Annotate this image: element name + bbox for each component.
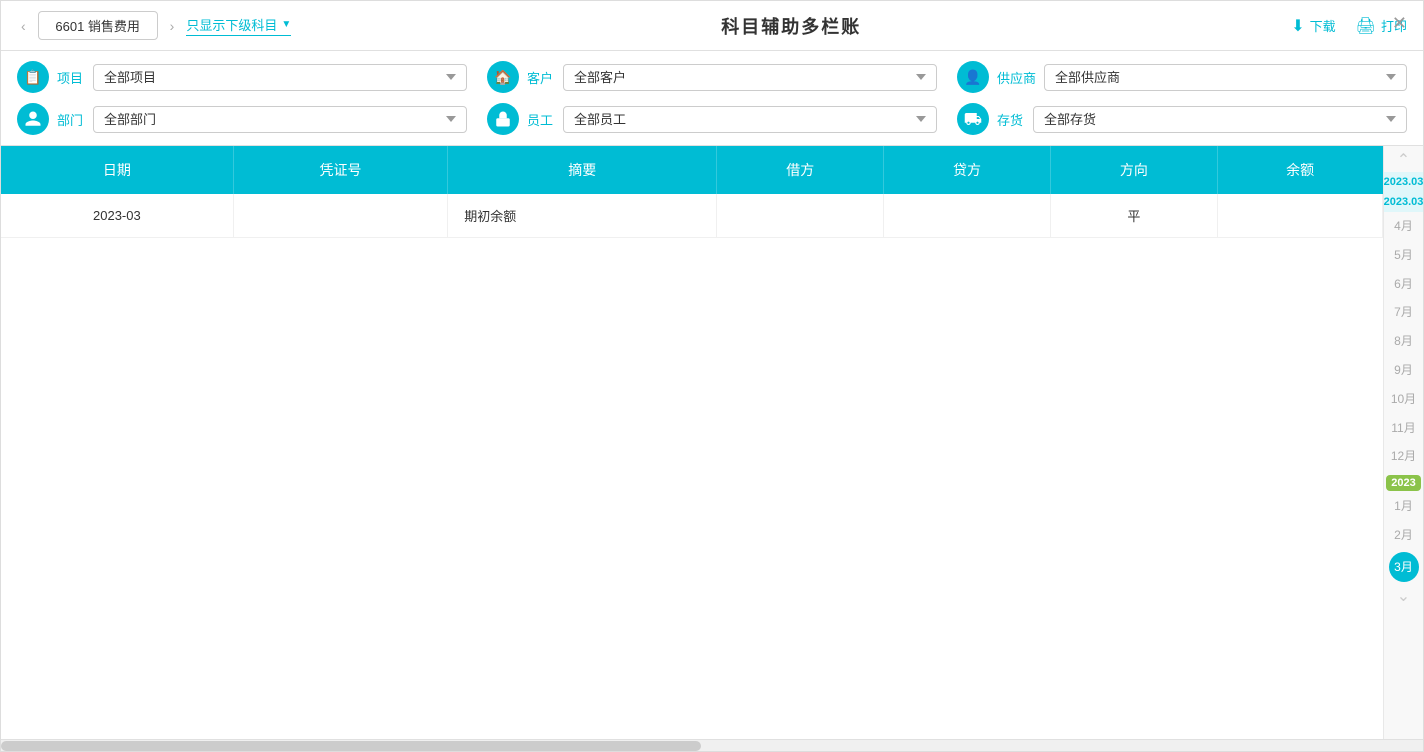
month-item-5[interactable]: 5月 [1384, 241, 1423, 270]
chevron-down-icon: ▼ [281, 19, 291, 30]
scroll-up-button[interactable]: ⌃ [1386, 148, 1422, 172]
employee-icon [487, 103, 519, 135]
department-label: 部门 [57, 110, 85, 129]
month-item-10[interactable]: 10月 [1384, 385, 1423, 414]
inventory-label: 存货 [997, 110, 1025, 129]
col-date: 日期 [1, 146, 233, 194]
customer-label: 客户 [527, 68, 555, 87]
title-bar: ‹ 6601 销售费用 › 只显示下级科目 ▼ 科目辅助多栏账 ⬇ 下载 🖨 打… [1, 1, 1423, 51]
scrollbar-thumb[interactable] [1, 741, 701, 751]
download-icon: ⬇ [1291, 16, 1304, 36]
cell-balance [1217, 194, 1382, 238]
month-item-1[interactable]: 1月 [1384, 492, 1423, 521]
month-header-1[interactable]: 2023.03 [1383, 172, 1423, 192]
main-content: 日期 凭证号 摘要 借方 贷方 方向 余额 2023-03 期初余额 [1, 146, 1423, 739]
cell-summary: 期初余额 [448, 194, 717, 238]
month-item-12[interactable]: 12月 [1384, 442, 1423, 471]
download-label: 下载 [1310, 16, 1336, 35]
filter-project: 📋 项目 全部项目 [17, 61, 467, 93]
month-item-3-active[interactable]: 3月 [1389, 552, 1419, 582]
filter-employee: 员工 全部员工 [487, 103, 937, 135]
col-summary: 摘要 [448, 146, 717, 194]
month-item-7[interactable]: 7月 [1384, 298, 1423, 327]
month-item-6[interactable]: 6月 [1384, 270, 1423, 299]
month-item-9[interactable]: 9月 [1384, 356, 1423, 385]
scroll-down-button[interactable]: ⌄ [1386, 584, 1422, 608]
title-actions: ⬇ 下载 🖨 打印 [1291, 16, 1407, 36]
month-item-2[interactable]: 2月 [1384, 521, 1423, 550]
month-item-4[interactable]: 4月 [1384, 212, 1423, 241]
year-badge-2023: 2023 [1386, 475, 1420, 491]
employee-label: 员工 [527, 110, 555, 129]
close-button[interactable]: ✕ [1392, 13, 1407, 34]
filter-inventory: 存货 全部存货 [957, 103, 1407, 135]
show-sub-accounts-button[interactable]: 只显示下级科目 ▼ [186, 15, 291, 36]
nav-prev-button[interactable]: ‹ [17, 16, 30, 36]
cell-credit [884, 194, 1051, 238]
col-debit: 借方 [717, 146, 884, 194]
show-sub-label: 只显示下级科目 [186, 15, 277, 34]
cell-date: 2023-03 [1, 194, 233, 238]
filter-department: 部门 全部部门 [17, 103, 467, 135]
cell-direction: 平 [1050, 194, 1217, 238]
account-code-display: 6601 销售费用 [38, 11, 158, 40]
table-row: 2023-03 期初余额 平 [1, 194, 1383, 238]
month-timeline: ⌃ 2023.03 2023.03 4月 5月 6月 7月 8月 9月 10月 … [1383, 146, 1423, 739]
supplier-icon: 👤 [957, 61, 989, 93]
supplier-select[interactable]: 全部供应商 [1044, 64, 1407, 91]
title-left: ‹ 6601 销售费用 › 只显示下级科目 ▼ [17, 11, 291, 40]
page-title: 科目辅助多栏账 [721, 13, 861, 39]
customer-select[interactable]: 全部客户 [563, 64, 937, 91]
col-credit: 贷方 [884, 146, 1051, 194]
filter-supplier: 👤 供应商 全部供应商 [957, 61, 1407, 93]
filter-customer: 🏠 客户 全部客户 [487, 61, 937, 93]
col-balance: 余额 [1217, 146, 1382, 194]
col-voucher: 凭证号 [233, 146, 448, 194]
table-area: 日期 凭证号 摘要 借方 贷方 方向 余额 2023-03 期初余额 [1, 146, 1383, 739]
supplier-label: 供应商 [997, 68, 1036, 87]
project-icon: 📋 [17, 61, 49, 93]
nav-next-button[interactable]: › [166, 16, 179, 36]
horizontal-scrollbar[interactable] [1, 739, 1423, 751]
department-select[interactable]: 全部部门 [93, 106, 467, 133]
download-button[interactable]: ⬇ 下载 [1291, 16, 1335, 36]
cell-debit [717, 194, 884, 238]
filter-bar: 📋 项目 全部项目 🏠 客户 全部客户 👤 供应商 全部供应商 部门 [1, 51, 1423, 146]
customer-icon: 🏠 [487, 61, 519, 93]
cell-voucher [233, 194, 448, 238]
month-header-2[interactable]: 2023.03 [1383, 192, 1423, 212]
ledger-table: 日期 凭证号 摘要 借方 贷方 方向 余额 2023-03 期初余额 [1, 146, 1383, 238]
inventory-select[interactable]: 全部存货 [1033, 106, 1407, 133]
print-icon: 🖨 [1356, 16, 1376, 36]
month-item-8[interactable]: 8月 [1384, 327, 1423, 356]
main-window: ‹ 6601 销售费用 › 只显示下级科目 ▼ 科目辅助多栏账 ⬇ 下载 🖨 打… [0, 0, 1424, 752]
project-label: 项目 [57, 68, 85, 87]
inventory-icon [957, 103, 989, 135]
col-direction: 方向 [1050, 146, 1217, 194]
project-select[interactable]: 全部项目 [93, 64, 467, 91]
department-icon [17, 103, 49, 135]
month-item-11[interactable]: 11月 [1384, 414, 1423, 443]
employee-select[interactable]: 全部员工 [563, 106, 937, 133]
